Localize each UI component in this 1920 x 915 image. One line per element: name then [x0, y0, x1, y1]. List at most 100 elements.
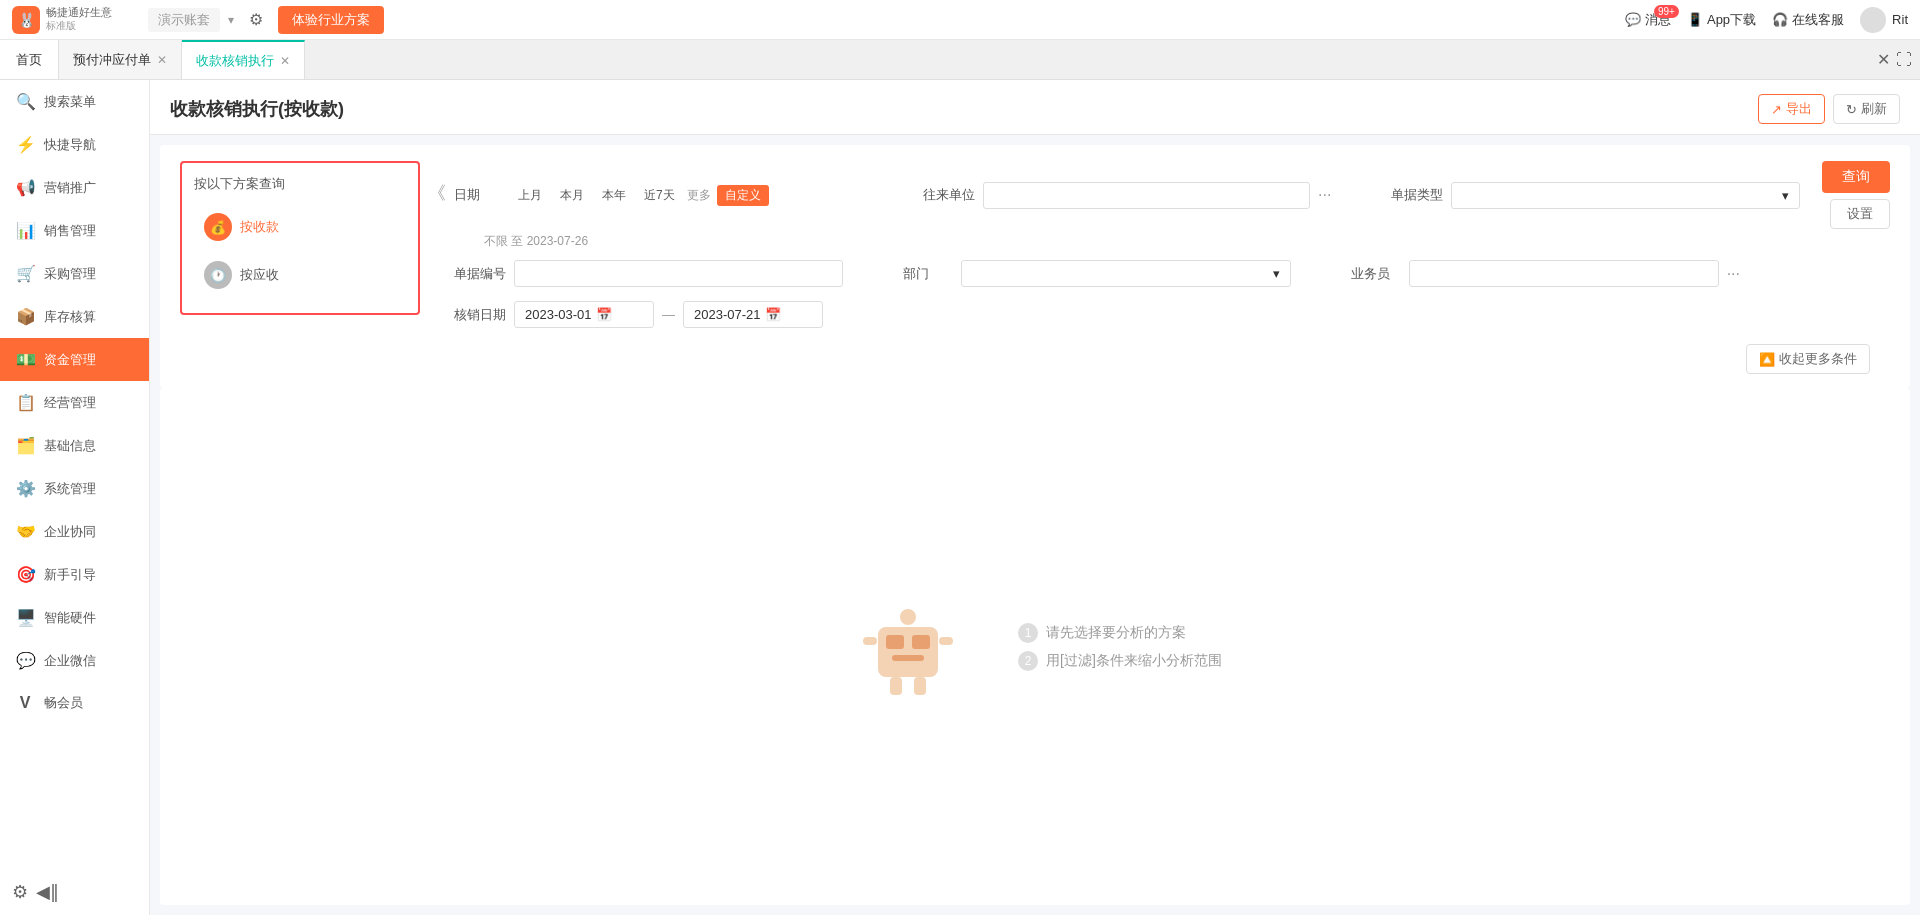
sidebar-item-operation[interactable]: 📋 经营管理 [0, 381, 149, 424]
app-icon: 📱 [1687, 12, 1703, 27]
staff-input[interactable] [1409, 260, 1718, 287]
custom-date-btn[interactable]: 自定义 [717, 185, 769, 206]
receivable-option-label: 按应收 [240, 266, 279, 284]
dept-dropdown-icon: ▾ [1273, 266, 1280, 281]
filter-option-by-receivable[interactable]: 🕐 按应收 [194, 253, 406, 297]
staff-picker-icon[interactable]: ··· [1727, 265, 1740, 283]
company-selector[interactable]: 演示账套 [148, 8, 220, 32]
tab-actions: ✕ ⛶ [1869, 40, 1920, 79]
sidebar-item-purchase[interactable]: 🛒 采购管理 [0, 252, 149, 295]
date-field: 日期 上月 本月 本年 近7天 更多 自定义 [454, 185, 863, 206]
dept-field: 部门 ▾ [903, 260, 1292, 287]
sidebar-item-finance[interactable]: 💵 资金管理 [0, 338, 149, 381]
export-button[interactable]: ↗ 导出 [1758, 94, 1825, 124]
sidebar-item-guide[interactable]: 🎯 新手引导 [0, 553, 149, 596]
tab-prepay[interactable]: 预付冲应付单 ✕ [59, 40, 182, 79]
start-calendar-icon[interactable]: 📅 [596, 307, 612, 322]
sidebar-collapse-icon[interactable]: ◀‖ [36, 881, 59, 903]
finance-icon: 💵 [16, 350, 34, 369]
filter-panel-title: 按以下方案查询 [194, 175, 406, 193]
sidebar-item-wechat[interactable]: 💬 企业微信 [0, 639, 149, 682]
sidebar-item-label: 快捷导航 [44, 136, 96, 154]
empty-tip-1: 1 请先选择要分析的方案 [1018, 623, 1222, 643]
filter-collapse-arrow[interactable]: 《 [420, 161, 454, 205]
company-dropdown-icon[interactable]: ▾ [228, 13, 234, 27]
enterprise-icon: 🤝 [16, 522, 34, 541]
app-download-button[interactable]: 📱 App下载 [1687, 11, 1756, 29]
more-date-btn[interactable]: 更多 [687, 187, 711, 204]
tab-expand-icon[interactable]: ⛶ [1896, 51, 1912, 69]
message-button[interactable]: 💬 消息 99+ [1625, 11, 1671, 29]
tab-home[interactable]: 首页 [0, 40, 59, 79]
avatar [1860, 7, 1886, 33]
last-7days-btn[interactable]: 近7天 [638, 185, 681, 206]
this-month-btn[interactable]: 本月 [554, 185, 590, 206]
staff-field: 业务员 ··· [1351, 260, 1740, 287]
svg-rect-3 [892, 655, 924, 661]
sidebar-item-enterprise[interactable]: 🤝 企业协同 [0, 510, 149, 553]
sidebar-item-label: 系统管理 [44, 480, 96, 498]
filter-row-2: 单据编号 部门 ▾ 业务员 [454, 260, 1890, 287]
content: 收款核销执行(按收款) ↗ 导出 ↻ 刷新 按以下方案查询 [150, 80, 1920, 915]
tip-num-1: 1 [1018, 623, 1038, 643]
setting-button[interactable]: 设置 [1830, 199, 1890, 229]
service-icon: 🎧 [1772, 12, 1788, 27]
sidebar-item-vip[interactable]: V 畅会员 [0, 682, 149, 724]
svg-rect-5 [939, 637, 953, 645]
brand-icon: 🐰 [12, 6, 40, 34]
inventory-icon: 📦 [16, 307, 34, 326]
empty-illustration [848, 597, 968, 697]
tab-close-all-icon[interactable]: ✕ [1877, 50, 1890, 69]
sidebar-item-hardware[interactable]: 🖥️ 智能硬件 [0, 596, 149, 639]
sidebar-item-search[interactable]: 🔍 搜索菜单 [0, 80, 149, 123]
receipt-option-label: 按收款 [240, 218, 279, 236]
collapse-more-button[interactable]: 🔼 收起更多条件 [1746, 344, 1870, 374]
sidebar-item-label: 企业微信 [44, 652, 96, 670]
refresh-button[interactable]: ↻ 刷新 [1833, 94, 1900, 124]
last-month-btn[interactable]: 上月 [512, 185, 548, 206]
sidebar-item-label: 库存核算 [44, 308, 96, 326]
verify-date-start-input[interactable]: 2023-03-01 📅 [514, 301, 654, 328]
marketing-icon: 📢 [16, 178, 34, 197]
sidebar-bottom: ⚙ ◀‖ [0, 869, 149, 915]
settings-icon[interactable]: ⚙ [242, 6, 270, 34]
verify-date-range: 2023-03-01 📅 — 2023-07-21 📅 [514, 301, 823, 328]
date-label: 日期 [454, 186, 504, 204]
online-service-button[interactable]: 🎧 在线客服 [1772, 11, 1844, 29]
tab-verify[interactable]: 收款核销执行 ✕ [182, 40, 305, 79]
purchase-icon: 🛒 [16, 264, 34, 283]
collapse-arrow-icon[interactable]: 《 [428, 181, 446, 205]
sidebar-settings-icon[interactable]: ⚙ [12, 881, 28, 903]
sidebar-item-quicknav[interactable]: ⚡ 快捷导航 [0, 123, 149, 166]
sidebar: 🔍 搜索菜单 ⚡ 快捷导航 📢 营销推广 📊 销售管理 🛒 采购管理 📦 库存核… [0, 80, 150, 915]
solution-button[interactable]: 体验行业方案 [278, 6, 384, 34]
empty-state: 1 请先选择要分析的方案 2 用[过滤]条件来缩小分析范围 [160, 388, 1910, 905]
verify-date-label: 核销日期 [454, 306, 506, 324]
filter-scheme-panel: 按以下方案查询 💰 按收款 🕐 按应收 [180, 161, 420, 315]
this-year-btn[interactable]: 本年 [596, 185, 632, 206]
sidebar-item-marketing[interactable]: 📢 营销推广 [0, 166, 149, 209]
docno-input[interactable] [514, 260, 843, 287]
filter-row-1: 日期 上月 本月 本年 近7天 更多 自定义 [454, 161, 1890, 229]
dept-select[interactable]: ▾ [961, 260, 1292, 287]
tab-verify-close[interactable]: ✕ [280, 54, 290, 68]
filter-option-by-receipt[interactable]: 💰 按收款 [194, 205, 406, 249]
counterparty-picker-icon[interactable]: ··· [1318, 186, 1331, 204]
guide-icon: 🎯 [16, 565, 34, 584]
staff-label: 业务员 [1351, 265, 1401, 283]
sidebar-item-basic[interactable]: 🗂️ 基础信息 [0, 424, 149, 467]
basic-icon: 🗂️ [16, 436, 34, 455]
end-calendar-icon[interactable]: 📅 [765, 307, 781, 322]
counterparty-input[interactable] [983, 182, 1310, 209]
sidebar-item-inventory[interactable]: 📦 库存核算 [0, 295, 149, 338]
dept-label: 部门 [903, 265, 953, 283]
sidebar-item-sales[interactable]: 📊 销售管理 [0, 209, 149, 252]
sidebar-item-system[interactable]: ⚙️ 系统管理 [0, 467, 149, 510]
doctype-select[interactable]: ▾ [1451, 182, 1800, 209]
query-button[interactable]: 查询 [1822, 161, 1890, 193]
verify-date-end-input[interactable]: 2023-07-21 📅 [683, 301, 823, 328]
tab-prepay-close[interactable]: ✕ [157, 53, 167, 67]
counterparty-label: 往来单位 [923, 186, 975, 204]
svg-rect-2 [912, 635, 930, 649]
verify-date-end-value: 2023-07-21 [694, 307, 761, 322]
